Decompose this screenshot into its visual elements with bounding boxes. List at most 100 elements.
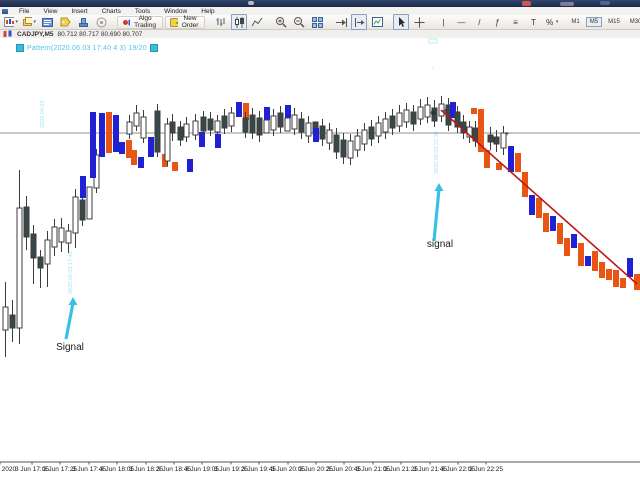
shapes-icon: % [546,17,554,27]
candle-body [228,112,235,127]
candle-body [37,256,44,269]
line-chart-mode-button[interactable] [249,14,265,30]
timeframe-m1[interactable]: M1 [567,17,583,27]
trendline-icon: / [478,17,481,27]
vertical-line-tool-button[interactable]: | [435,14,451,30]
candle-body [23,206,30,238]
candle-body [183,123,190,138]
candle-body [298,118,305,133]
navigator-button[interactable] [75,14,91,30]
candle-body [249,114,256,134]
signal-label: signal [427,239,453,250]
pattern-next-button[interactable] [149,44,158,52]
candle-body [30,233,37,259]
algo-trading-icon [123,19,131,25]
pattern-marker-orange [131,150,137,165]
titlebar-speck [560,2,574,6]
candle-body [277,112,284,128]
pattern-marker-blue [285,105,291,118]
candle-body [86,186,93,220]
pattern-marker-blue [508,146,514,172]
signal-timestamp-vertical: 2020.06.03 17:45 [68,251,74,294]
candle-body [256,117,263,136]
pattern-marker-orange [620,278,626,288]
candle-body [403,109,410,123]
candlestick-tab-icon [3,30,12,37]
chart-area[interactable]: Pattern(2020.06.03 17:40 4 3) 19/20 ⊕ + + S… [0,38,640,480]
pattern-marker-orange [536,198,542,218]
candle-body [382,118,389,133]
candle-body [291,114,298,130]
chart-tab-title: CADJPY,M5 80.712 80.717 80.690 80.707 [17,31,142,38]
new-order-button[interactable]: New Order [164,15,206,29]
menu-tools[interactable]: Tools [128,8,157,15]
horizontal-line-tool-button[interactable]: — [453,14,469,30]
pattern-prev-button[interactable] [16,44,24,52]
timeframe-m15[interactable]: M15 [604,17,624,27]
dropdown-icon[interactable]: ▾ [556,19,559,25]
candle-body [154,110,161,153]
menu-window[interactable]: Window [157,8,194,15]
pattern-marker-blue [264,107,270,120]
pattern-marker-blue [529,195,535,215]
text-tool-button[interactable]: T [525,14,541,30]
timeframe-m5[interactable]: M5 [585,17,603,27]
pattern-point-marker: ⊕ [430,110,436,117]
toolbox-button[interactable] [93,14,109,30]
pattern-marker-blue [215,134,221,148]
zoom-out-button[interactable] [291,14,307,30]
bar-chart-mode-button[interactable] [213,14,229,30]
zoom-in-button[interactable] [273,14,289,30]
signal-timestamp-vertical: 2020.06.03 [40,100,46,128]
candle-body [140,116,147,139]
algo-trading-button[interactable]: Algo Trading [117,15,163,29]
pattern-marker-blue [148,137,154,157]
pattern-marker-blue [236,102,242,117]
candle-body [493,136,500,145]
candle-body [58,227,65,243]
pattern-marker-orange [515,153,521,172]
dropdown-icon[interactable]: ▾ [15,19,18,25]
data-window-button[interactable] [57,14,73,30]
cursor-tool-button[interactable] [393,14,410,30]
new-order-label: New Order [181,15,199,29]
pattern-marker-orange [106,112,112,153]
trendline-tool-button[interactable]: / [471,14,487,30]
pattern-marker-blue [585,256,591,266]
new-chart-button[interactable]: ▾ [3,14,19,30]
mt5-window: File View Insert Charts Tools Window Help ▾ ▾ … [0,0,640,480]
candle-body [270,115,277,131]
candle-body [79,199,86,221]
fibonacci-tool-button[interactable]: ƒ [489,14,505,30]
timeframe-m30[interactable]: M30 [626,17,640,27]
candle-body [242,117,249,133]
candlestick-mode-button[interactable] [231,14,248,30]
pattern-marker-orange [599,262,605,278]
candle-body [305,122,312,137]
titlebar-speck [522,1,531,6]
dropdown-icon[interactable]: ▾ [33,19,36,25]
pattern-label-row: Pattern(2020.06.03 17:40 4 3) 19/20 [16,44,158,52]
indicator-window-button[interactable] [369,14,385,30]
pattern-marker-orange [606,269,612,280]
market-watch-button[interactable] [39,14,55,30]
pattern-label: Pattern(2020.06.03 17:40 4 3) 19/20 [27,44,147,52]
profiles-button[interactable]: ▾ [21,14,37,30]
pattern-marker-blue [119,142,125,154]
candlestick-chart[interactable]: ⊕ + + Signal signal 2020.06.03 2020.06.03 17:4… [0,38,640,480]
crosshair-tool-button[interactable] [411,14,427,30]
shapes-tool-button[interactable]: % ▾ [543,14,559,30]
pattern-marker-orange [613,270,619,287]
trendline[interactable] [440,109,638,285]
titlebar-speck [600,1,610,5]
auto-scroll-button[interactable] [333,14,349,30]
pattern-marker-orange [592,251,598,271]
tile-windows-button[interactable] [309,14,325,30]
window-titlebar [0,0,640,7]
candle-body [214,120,221,133]
levels-tool-button[interactable]: ≡ [507,14,523,30]
candle-body [326,129,333,144]
chart-shift-button[interactable] [351,14,368,30]
pattern-marker-blue [113,115,119,152]
pattern-marker-orange [543,213,549,232]
